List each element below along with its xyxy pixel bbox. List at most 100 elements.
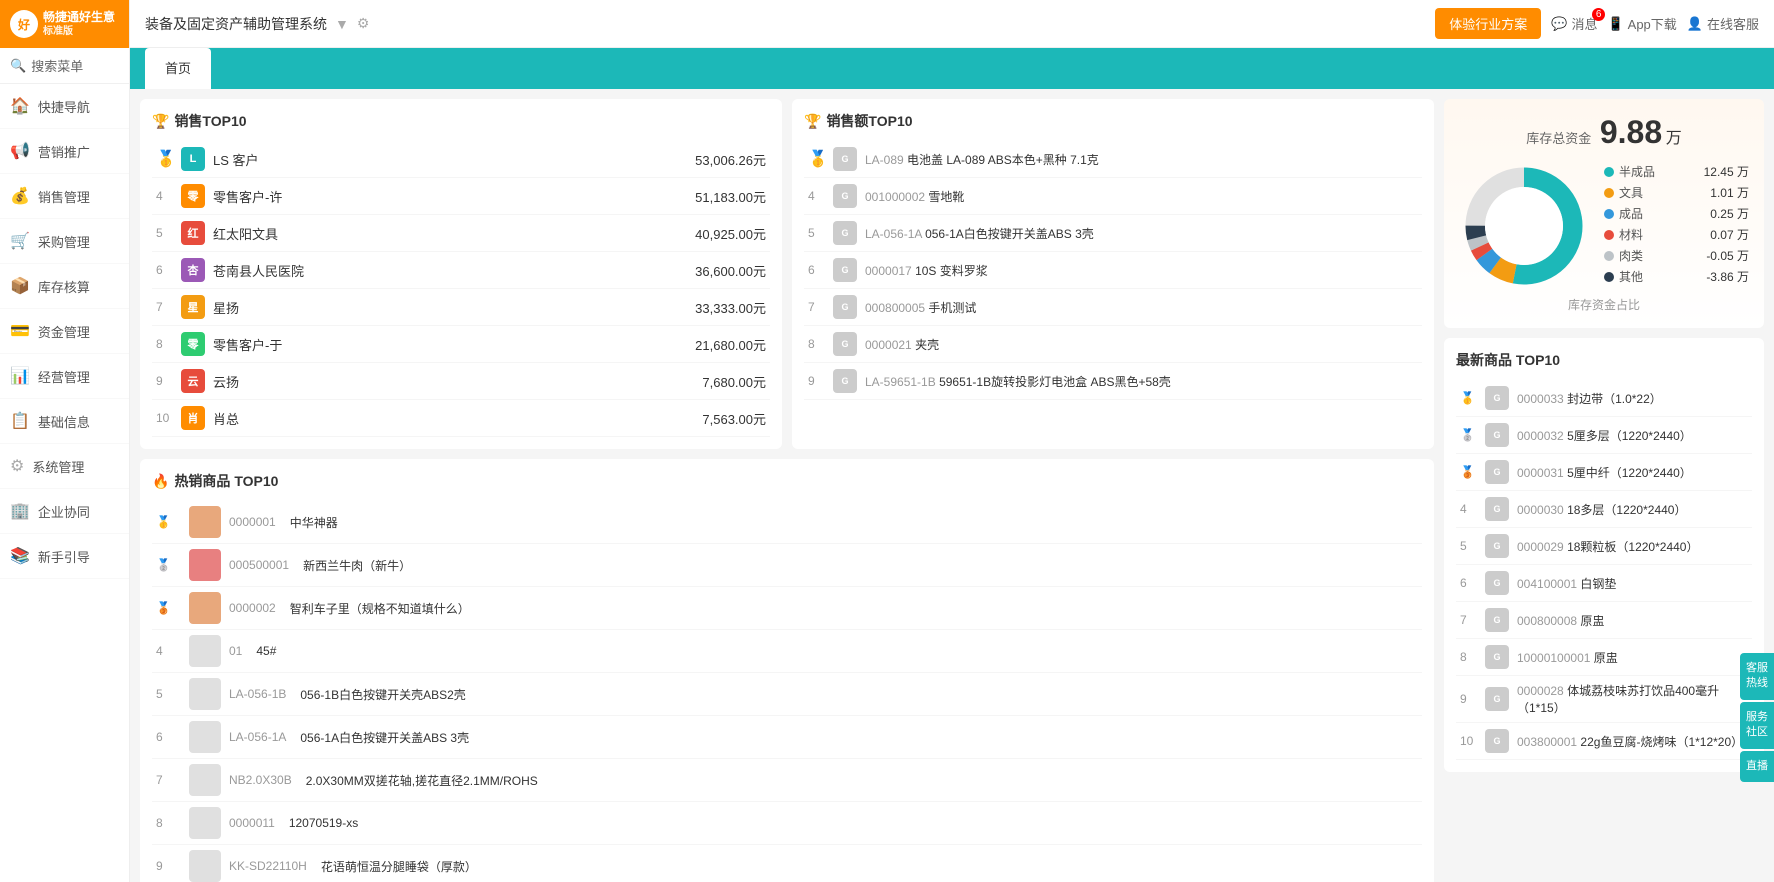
customer-name-1: LS 客户 bbox=[213, 150, 695, 169]
customer-avatar-10: 肖 bbox=[181, 406, 205, 430]
product-sale-row-7: 7 G 000800005 手机测试 bbox=[804, 289, 1422, 326]
product-thumb-8 bbox=[189, 807, 221, 839]
product-thumb-4 bbox=[189, 635, 221, 667]
sidebar-item-finance[interactable]: 💳 资金管理 bbox=[0, 309, 129, 354]
product-sale-row-4: 4 G 001000002 雪地靴 bbox=[804, 178, 1422, 215]
new-product-row-4: 4 G 0000030 18多层（1220*2440） bbox=[1456, 491, 1752, 528]
legend-dot-6 bbox=[1604, 272, 1614, 282]
message-button[interactable]: 💬 消息 6 bbox=[1551, 14, 1597, 33]
top-products-sales-title: 🏆销售额TOP10 bbox=[804, 111, 1422, 131]
sidebar-item-inventory[interactable]: 📦 库存核算 bbox=[0, 264, 129, 309]
sidebar-item-purchase[interactable]: 🛒 采购管理 bbox=[0, 219, 129, 264]
legend-wenju: 文具 1.01 万 bbox=[1604, 184, 1749, 201]
new-product-row-1: 🥇 G 0000033 封边带（1.0*22） bbox=[1456, 380, 1752, 417]
product-row-8: 8 0000011 12070519-xs bbox=[152, 802, 1422, 845]
customer-avatar-8: 零 bbox=[181, 332, 205, 356]
sidebar-item-label: 经营管理 bbox=[38, 367, 90, 386]
service-icon: 👤 bbox=[1687, 16, 1703, 32]
sidebar-item-label: 快捷导航 bbox=[38, 97, 90, 116]
legend-dot-2 bbox=[1604, 188, 1614, 198]
new-product-avatar-9: G bbox=[1485, 687, 1509, 711]
legend-other: 其他 -3.86 万 bbox=[1604, 268, 1749, 285]
top-customers-title: 🏆销售TOP10 bbox=[152, 111, 770, 131]
product-sale-row-9: 9 G LA-59651-1B 59651-1B旋转投影灯电池盒 ABS黑色+5… bbox=[804, 363, 1422, 400]
customer-amount-1: 53,006.26元 bbox=[695, 150, 766, 169]
sidebar-item-marketing[interactable]: 📢 营销推广 bbox=[0, 129, 129, 174]
donut-legend: 半成品 12.45 万 文具 1.01 万 成品 0.25 万 bbox=[1604, 163, 1749, 289]
product-thumb-5 bbox=[189, 678, 221, 710]
new-product-info-3: 0000031 5厘中纤（1220*2440） bbox=[1517, 464, 1748, 481]
product-row-4: 4 01 45# bbox=[152, 630, 1422, 673]
new-product-row-2: 🥈 G 0000032 5厘多层（1220*2440） bbox=[1456, 417, 1752, 454]
sidebar-item-home[interactable]: 🏠 快捷导航 bbox=[0, 84, 129, 129]
customer-row-7: 7 星 星扬 33,333.00元 bbox=[152, 289, 770, 326]
management-icon: 📊 bbox=[10, 366, 30, 386]
online-service-button[interactable]: 👤 在线客服 bbox=[1687, 14, 1759, 33]
float-service-community[interactable]: 服务社区 bbox=[1740, 702, 1774, 749]
sidebar-item-sales[interactable]: 💰 销售管理 bbox=[0, 174, 129, 219]
new-product-info-8: 10000100001 原盅 bbox=[1517, 649, 1748, 666]
customer-amount-8: 21,680.00元 bbox=[695, 335, 766, 354]
new-product-info-6: 004100001 白钢垫 bbox=[1517, 575, 1748, 592]
legend-cailiao: 材料 0.07 万 bbox=[1604, 226, 1749, 243]
customer-name-4: 零售客户-许 bbox=[213, 187, 695, 206]
app-download-button[interactable]: 📱 App下载 bbox=[1607, 14, 1676, 33]
enterprise-icon: 🏢 bbox=[10, 501, 30, 521]
logo-text: 畅捷通好生意 标准版 bbox=[43, 10, 115, 39]
product-sale-row-5: 5 G LA-056-1A 056-1A白色按键开关盖ABS 3壳 bbox=[804, 215, 1422, 252]
new-product-info-10: 003800001 22g鱼豆腐-烧烤味（1*12*20） bbox=[1517, 733, 1748, 750]
product-sale-avatar-6: G bbox=[833, 258, 857, 282]
experience-button[interactable]: 体验行业方案 bbox=[1435, 8, 1541, 39]
customer-amount-10: 7,563.00元 bbox=[702, 409, 766, 428]
new-product-info-1: 0000033 封边带（1.0*22） bbox=[1517, 390, 1748, 407]
right-column: 库存总资金 9.88 万 bbox=[1444, 99, 1764, 872]
sidebar-item-label: 营销推广 bbox=[38, 142, 90, 161]
sidebar-item-label: 资金管理 bbox=[38, 322, 90, 341]
float-service-hotline[interactable]: 客服热线 bbox=[1740, 653, 1774, 700]
customer-name-6: 苍南县人民医院 bbox=[213, 261, 695, 280]
sidebar-item-management[interactable]: 📊 经营管理 bbox=[0, 354, 129, 399]
sidebar-item-guide[interactable]: 📚 新手引导 bbox=[0, 534, 129, 579]
new-product-info-4: 0000030 18多层（1220*2440） bbox=[1517, 501, 1748, 518]
customer-avatar-1: L bbox=[181, 147, 205, 171]
new-product-row-7: 7 G 000800008 原盅 bbox=[1456, 602, 1752, 639]
customer-row-8: 8 零 零售客户-于 21,680.00元 bbox=[152, 326, 770, 363]
new-product-avatar-4: G bbox=[1485, 497, 1509, 521]
newest-products-title: 最新商品 TOP10 bbox=[1456, 350, 1752, 370]
product-row-7: 7 NB2.0X30B 2.0X30MM双搓花轴,搓花直径2.1MM/ROHS bbox=[152, 759, 1422, 802]
product-sale-name-1: LA-089 电池盖 LA-089 ABS本色+黑种 7.1克 bbox=[865, 151, 1418, 168]
hot-products-card: 🔥热销商品 TOP10 🥇 0000001 中华神器 🥈 000500001 新… bbox=[140, 459, 1434, 882]
sidebar-item-basic[interactable]: 📋 基础信息 bbox=[0, 399, 129, 444]
product-sale-avatar-5: G bbox=[833, 221, 857, 245]
search-icon: 🔍 bbox=[10, 58, 26, 74]
customer-avatar-9: 云 bbox=[181, 369, 205, 393]
customer-avatar-5: 红 bbox=[181, 221, 205, 245]
sidebar-item-system[interactable]: ⚙ 系统管理 bbox=[0, 444, 129, 489]
customer-name-8: 零售客户-于 bbox=[213, 335, 695, 354]
new-product-avatar-6: G bbox=[1485, 571, 1509, 595]
customer-row-9: 9 云 云扬 7,680.00元 bbox=[152, 363, 770, 400]
newest-products-card: 最新商品 TOP10 🥇 G 0000033 封边带（1.0*22） 🥈 G 0… bbox=[1444, 338, 1764, 772]
new-product-avatar-8: G bbox=[1485, 645, 1509, 669]
legend-dot-4 bbox=[1604, 230, 1614, 240]
legend-dot-1 bbox=[1604, 167, 1614, 177]
product-thumb-2 bbox=[189, 549, 221, 581]
product-thumb-7 bbox=[189, 764, 221, 796]
sidebar-item-enterprise[interactable]: 🏢 企业协同 bbox=[0, 489, 129, 534]
product-sale-avatar-7: G bbox=[833, 295, 857, 319]
basic-icon: 📋 bbox=[10, 411, 30, 431]
hot-products-title: 🔥热销商品 TOP10 bbox=[152, 471, 1422, 491]
product-thumb-6 bbox=[189, 721, 221, 753]
sidebar-item-label: 新手引导 bbox=[38, 547, 90, 566]
float-service-live[interactable]: 直播 bbox=[1740, 751, 1774, 782]
settings-icon[interactable]: ⚙ bbox=[357, 15, 370, 32]
product-sale-name-5: LA-056-1A 056-1A白色按键开关盖ABS 3壳 bbox=[865, 225, 1418, 242]
donut-container: 半成品 12.45 万 文具 1.01 万 成品 0.25 万 bbox=[1459, 161, 1749, 291]
sidebar-item-label: 系统管理 bbox=[32, 457, 84, 476]
product-thumb-3 bbox=[189, 592, 221, 624]
customer-row-6: 6 杏 苍南县人民医院 36,600.00元 bbox=[152, 252, 770, 289]
sidebar-search[interactable]: 🔍 搜索菜单 bbox=[0, 48, 129, 84]
sidebar-item-label: 企业协同 bbox=[38, 502, 90, 521]
dropdown-icon[interactable]: ▼ bbox=[335, 16, 349, 32]
tab-home[interactable]: 首页 bbox=[145, 48, 211, 89]
